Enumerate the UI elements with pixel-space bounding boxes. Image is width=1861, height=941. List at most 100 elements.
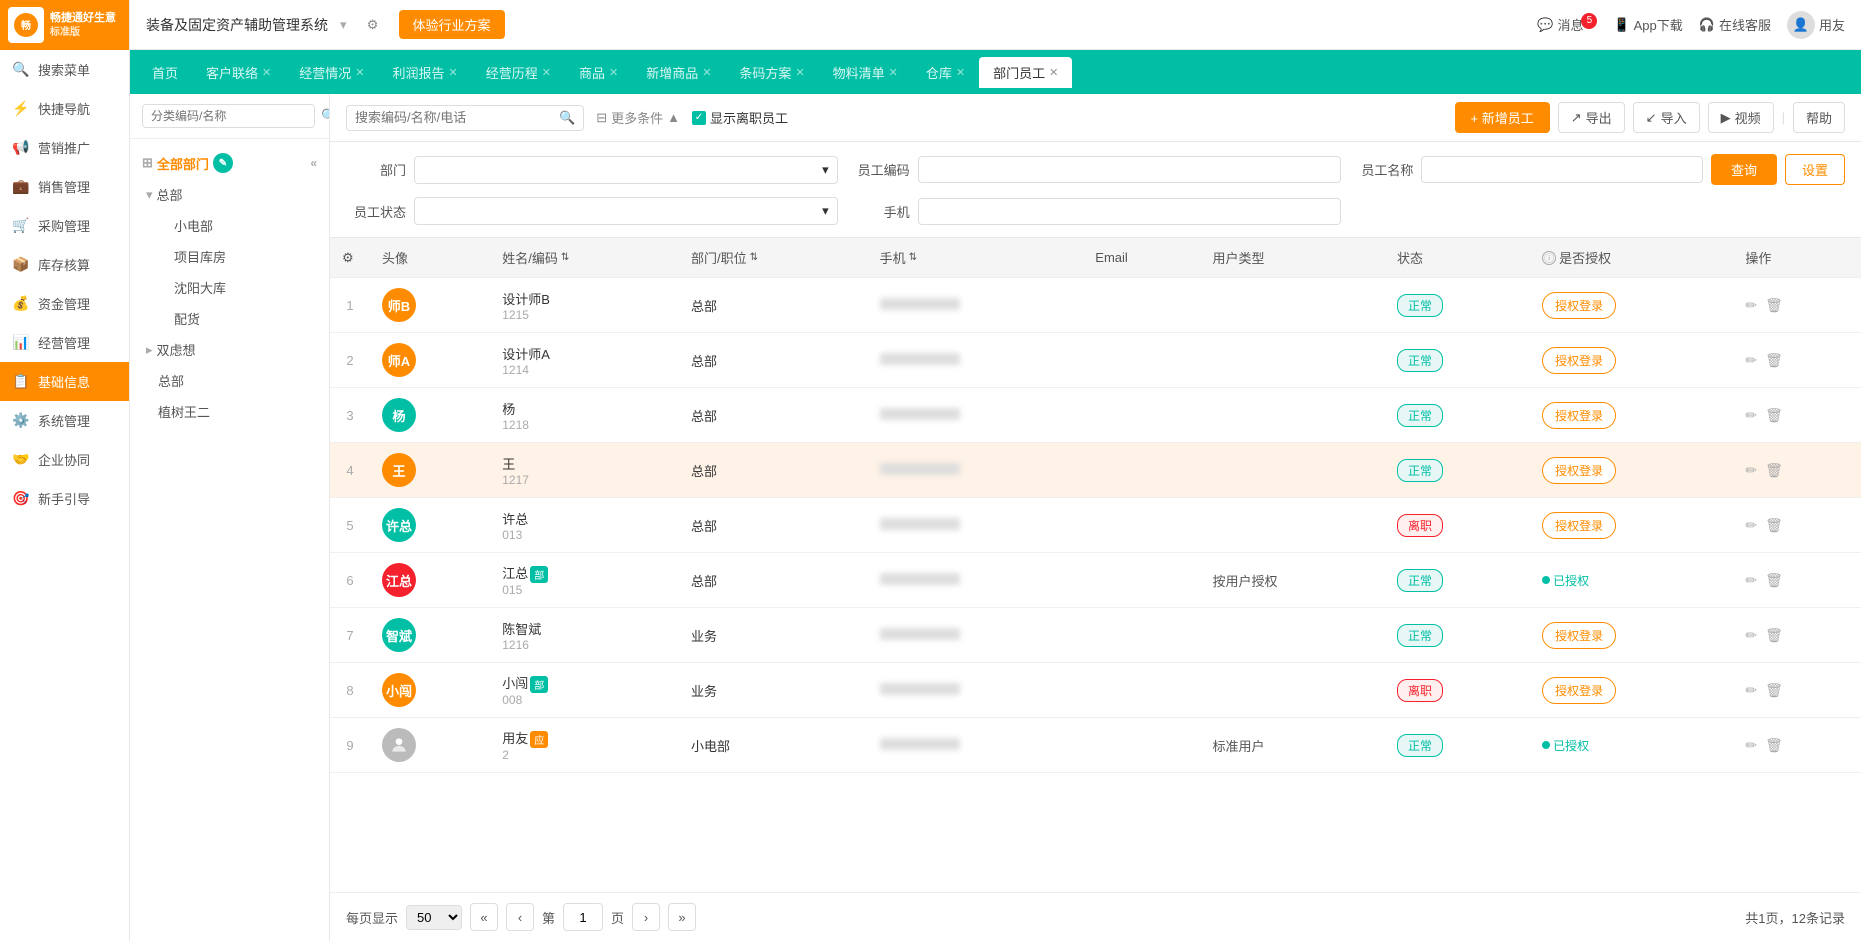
tab-warehouse[interactable]: 仓库 ✕ [912, 57, 979, 88]
dept-all[interactable]: ⊞ 全部部门 ✎ « [130, 147, 329, 179]
adv-setting-button[interactable]: 设置 [1785, 154, 1845, 185]
auth-login-button[interactable]: 授权登录 [1542, 457, 1616, 484]
dept-sub-shenyang[interactable]: 沈阳大库 [130, 272, 329, 303]
dept-sub-project[interactable]: 项目库房 [130, 241, 329, 272]
close-icon[interactable]: ✕ [702, 66, 711, 79]
close-icon[interactable]: ✕ [795, 66, 804, 79]
col-dept[interactable]: 部门/职位 ⇅ [679, 238, 868, 278]
emp-code-input[interactable] [918, 156, 1342, 183]
search-icon[interactable]: 🔍 [559, 110, 575, 126]
sidebar-item-inventory[interactable]: 📦 库存核算 [0, 245, 129, 284]
auth-login-button[interactable]: 授权登录 [1542, 622, 1616, 649]
collapse-btn[interactable]: « [310, 156, 317, 170]
user-menu[interactable]: 👤 用友 [1787, 11, 1845, 39]
sidebar-item-marketing[interactable]: 📢 营销推广 [0, 128, 129, 167]
delete-icon[interactable]: 🗑 [1765, 462, 1783, 479]
auth-login-button[interactable]: 授权登录 [1542, 347, 1616, 374]
add-employee-button[interactable]: + 新增员工 [1455, 102, 1550, 133]
tab-profit[interactable]: 利润报告 ✕ [378, 57, 471, 88]
sidebar-item-operations[interactable]: 📊 经营管理 [0, 323, 129, 362]
close-icon[interactable]: ✕ [262, 66, 271, 79]
dept-sub-xiaodiab[interactable]: 小电部 [130, 210, 329, 241]
tab-history[interactable]: 经营历程 ✕ [472, 57, 565, 88]
tab-operations[interactable]: 经营情况 ✕ [285, 57, 378, 88]
page-last-btn[interactable]: » [668, 903, 696, 931]
per-page-select[interactable]: 50 20 100 [406, 905, 462, 930]
edit-icon[interactable]: ✏ [1745, 352, 1757, 369]
close-icon[interactable]: ✕ [542, 66, 551, 79]
emp-name-input[interactable] [1421, 156, 1703, 183]
edit-icon[interactable]: ✏ [1745, 682, 1757, 699]
delete-icon[interactable]: 🗑 [1765, 407, 1783, 424]
phone-sort[interactable]: 手机 ⇅ [880, 248, 1072, 267]
view-button[interactable]: ▶ 视频 [1708, 102, 1774, 133]
auth-login-button[interactable]: 授权登录 [1542, 512, 1616, 539]
edit-icon[interactable]: ✏ [1745, 407, 1757, 424]
delete-icon[interactable]: 🗑 [1765, 682, 1783, 699]
auth-login-button[interactable]: 授权登录 [1542, 292, 1616, 319]
tab-new-goods[interactable]: 新增商品 ✕ [632, 57, 725, 88]
page-prev-btn[interactable]: ‹ [506, 903, 534, 931]
col-settings[interactable]: ⚙ [330, 238, 370, 278]
sidebar-item-guide[interactable]: 🎯 新手引导 [0, 479, 129, 518]
delete-icon[interactable]: 🗑 [1765, 297, 1783, 314]
sidebar-item-system[interactable]: ⚙️ 系统管理 [0, 401, 129, 440]
close-icon[interactable]: ✕ [355, 66, 364, 79]
close-icon[interactable]: ✕ [449, 66, 458, 79]
page-first-btn[interactable]: « [470, 903, 498, 931]
query-button[interactable]: 查询 [1711, 154, 1777, 185]
message-button[interactable]: 💬 消息 5 [1537, 15, 1597, 34]
col-name[interactable]: 姓名/编码 ⇅ [490, 238, 679, 278]
delete-icon[interactable]: 🗑 [1765, 737, 1783, 754]
dept-select[interactable]: ▾ [414, 156, 838, 184]
delete-icon[interactable]: 🗑 [1765, 627, 1783, 644]
close-icon[interactable]: ✕ [609, 66, 618, 79]
name-sort[interactable]: 姓名/编码 ⇅ [502, 248, 667, 267]
dept-item-zhishu[interactable]: 植树王二 [130, 396, 329, 427]
dept-group-head[interactable]: ▾ 总部 [130, 179, 329, 210]
delete-icon[interactable]: 🗑 [1765, 352, 1783, 369]
auth-login-button[interactable]: 授权登录 [1542, 402, 1616, 429]
dept-search-icon[interactable]: 🔍 [321, 108, 330, 124]
dept-item-zongbu[interactable]: 总部 [130, 365, 329, 396]
delete-icon[interactable]: 🗑 [1765, 517, 1783, 534]
show-resigned-checkbox[interactable]: ✓ 显示离职员工 [692, 108, 788, 127]
auth-info-icon[interactable]: ⓘ [1542, 251, 1556, 265]
topbar-dropdown-arrow[interactable]: ▾ [340, 17, 347, 33]
dept-sub-peihuo[interactable]: 配货 [130, 303, 329, 334]
edit-icon[interactable]: ✏ [1745, 297, 1757, 314]
tab-home[interactable]: 首页 [138, 57, 192, 88]
settings-icon[interactable]: ⚙ [359, 11, 387, 39]
close-icon[interactable]: ✕ [956, 66, 965, 79]
col-phone[interactable]: 手机 ⇅ [868, 238, 1084, 278]
edit-icon[interactable]: ✏ [1745, 737, 1757, 754]
phone-input[interactable] [918, 198, 1342, 225]
tab-employee[interactable]: 部门员工 ✕ [979, 57, 1072, 88]
page-next-btn[interactable]: › [632, 903, 660, 931]
emp-status-select[interactable]: ▾ [414, 197, 838, 225]
sidebar-item-finance[interactable]: 💰 资金管理 [0, 284, 129, 323]
app-download-button[interactable]: 📱 App下载 [1613, 15, 1682, 34]
page-input[interactable] [563, 903, 603, 931]
dept-group-shuanglv[interactable]: ▸ 双虑想 [130, 334, 329, 365]
edit-icon[interactable]: ✏ [1745, 462, 1757, 479]
edit-icon[interactable]: ✏ [1745, 572, 1757, 589]
tab-goods[interactable]: 商品 ✕ [565, 57, 632, 88]
auth-login-button[interactable]: 授权登录 [1542, 677, 1616, 704]
close-icon[interactable]: ✕ [1049, 66, 1058, 79]
sidebar-item-quicknav[interactable]: ⚡ 快捷导航 [0, 89, 129, 128]
close-icon[interactable]: ✕ [889, 66, 898, 79]
delete-icon[interactable]: 🗑 [1765, 572, 1783, 589]
tab-customer[interactable]: 客户联络 ✕ [192, 57, 285, 88]
online-service-button[interactable]: 🎧 在线客服 [1699, 15, 1771, 34]
dept-sort[interactable]: 部门/职位 ⇅ [691, 248, 856, 267]
sidebar-item-sales[interactable]: 💼 销售管理 [0, 167, 129, 206]
trial-button[interactable]: 体验行业方案 [399, 10, 505, 39]
sidebar-item-collab[interactable]: 🤝 企业协同 [0, 440, 129, 479]
dept-search-input[interactable] [142, 104, 315, 128]
sidebar-item-search[interactable]: 🔍 搜索菜单 [0, 50, 129, 89]
export-button[interactable]: ↗ 导出 [1558, 102, 1625, 133]
tab-barcode[interactable]: 条码方案 ✕ [725, 57, 818, 88]
search-input[interactable] [355, 110, 555, 125]
dept-edit-icon[interactable]: ✎ [213, 153, 233, 173]
